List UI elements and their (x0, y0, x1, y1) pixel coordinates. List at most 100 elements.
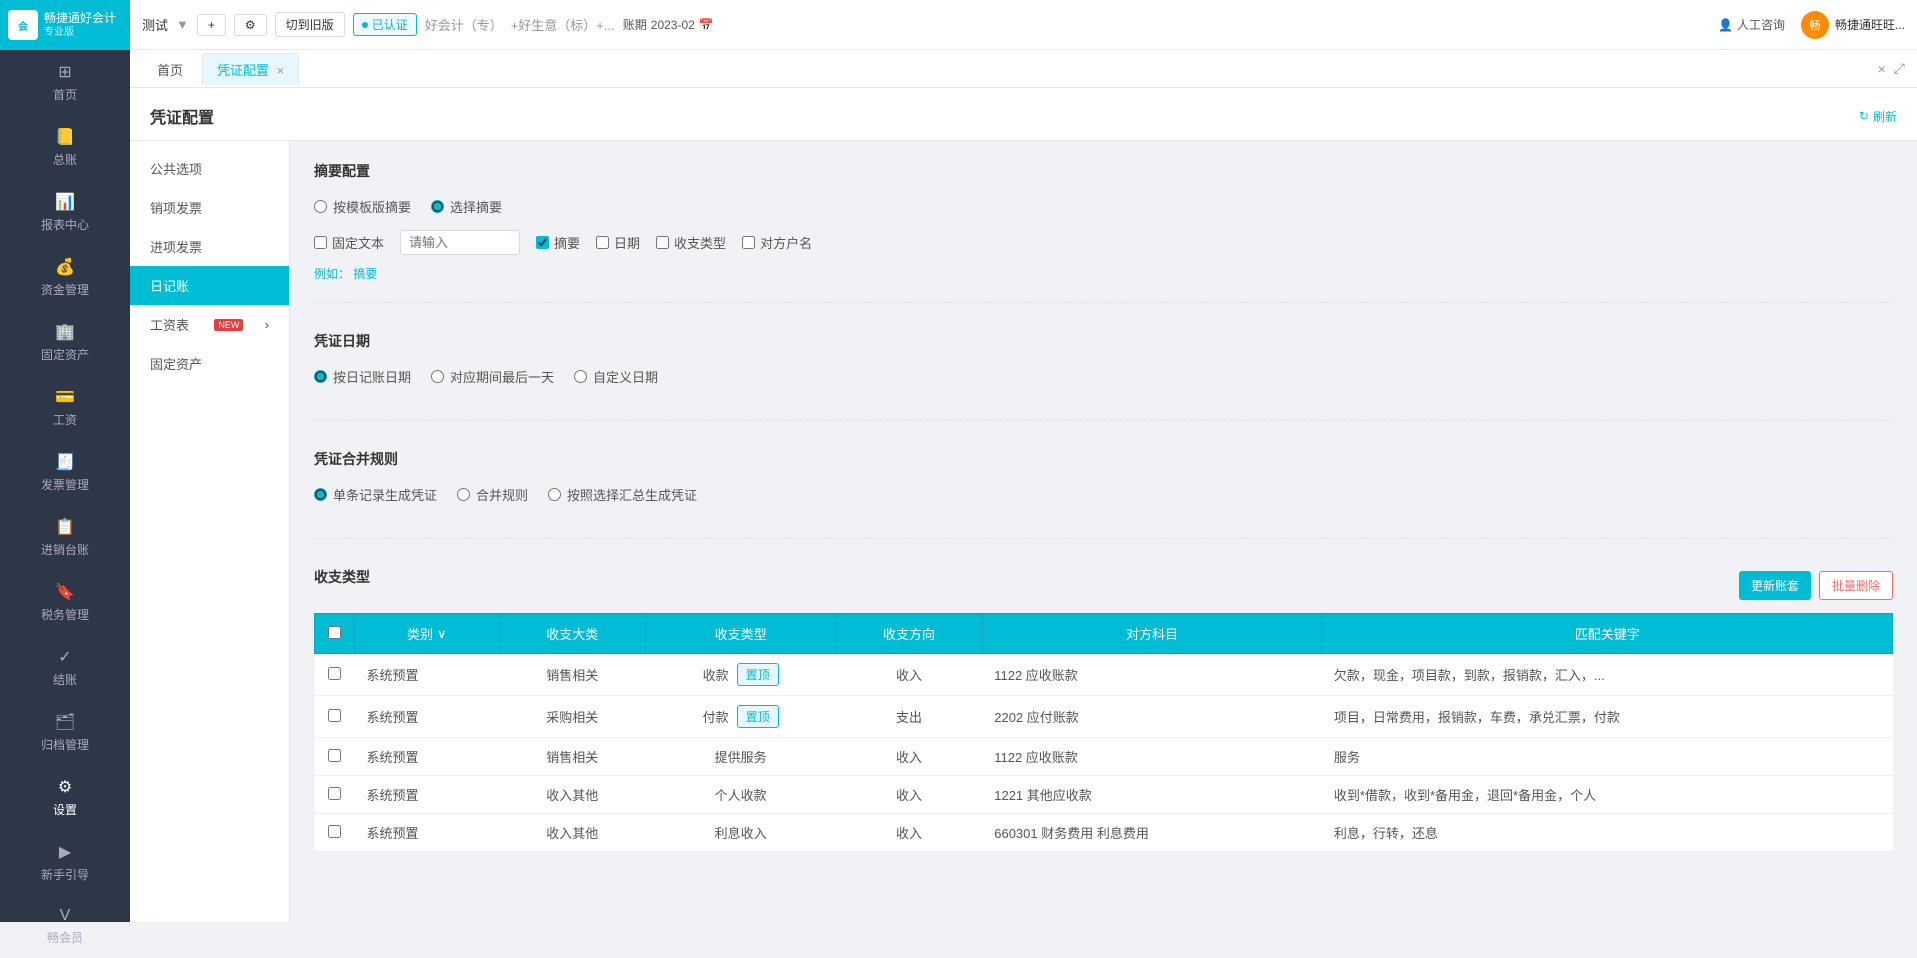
date-checkbox[interactable]: 日期 (596, 233, 640, 252)
income-type-checkbox[interactable]: 收支类型 (656, 233, 726, 252)
settings-icon: ⚙ (58, 777, 72, 797)
topbar: 测试 ▼ + ⚙ 切到旧版 已认证 好会计（专） +好生意（标）+... 账期 … (130, 0, 1917, 50)
switch-version-btn[interactable]: 切到旧版 (275, 12, 345, 37)
row-direction-4: 收入 (836, 814, 982, 852)
batch-delete-btn[interactable]: 批量删除 (1819, 571, 1893, 600)
row-keywords-4: 利息，行转，还息 (1322, 814, 1893, 852)
th-direction: 收支方向 (836, 614, 982, 654)
row-checkbox-1[interactable] (315, 696, 355, 738)
sidebar-item-purchase[interactable]: 📋进销台账 (0, 505, 130, 570)
left-nav-sales-invoice[interactable]: 销项发票 (130, 188, 289, 227)
sidebar-item-tax[interactable]: 🔖税务管理 (0, 570, 130, 635)
row-major-2: 销售相关 (499, 738, 645, 776)
th-checkbox[interactable] (315, 614, 355, 654)
row-category-2: 系统预置 (355, 738, 500, 776)
th-keywords: 匹配关键字 (1322, 614, 1893, 654)
sidebar-item-archive[interactable]: 🗂归档管理 (0, 700, 130, 765)
row-checkbox-2[interactable] (315, 738, 355, 776)
reset-btn-0[interactable]: 置顶 (737, 663, 779, 686)
merge-section-title: 凭证合并规则 (314, 449, 1893, 469)
row-checkbox-3[interactable] (315, 776, 355, 814)
row-direction-2: 收入 (836, 738, 982, 776)
fixed-text-checkbox[interactable]: 固定文本 (314, 233, 384, 252)
table-row: 系统预置 收入其他 个人收款 收入 1221 其他应收款 收到*借款，收到*备用… (315, 776, 1893, 814)
th-major: 收支大类 (499, 614, 645, 654)
page-header-right: ↻ 刷新 (1859, 108, 1897, 137)
customer-service-btn[interactable]: 👤 人工咨询 (1718, 16, 1785, 33)
topbar-right: 👤 人工咨询 畅 畅捷通旺旺... (1718, 11, 1905, 39)
custom-date-option[interactable]: 自定义日期 (574, 367, 658, 386)
reset-btn-1[interactable]: 置顶 (737, 705, 779, 728)
example-text: 例如： 摘要 (314, 265, 1893, 282)
main-wrapper: 测试 ▼ + ⚙ 切到旧版 已认证 好会计（专） +好生意（标）+... 账期 … (130, 0, 1917, 922)
sidebar-item-ledger[interactable]: 📒总账 (0, 115, 130, 180)
summary-section: 摘要配置 按模板版摘要 选择摘要 (314, 161, 1893, 303)
counterparty-checkbox[interactable]: 对方户名 (742, 233, 812, 252)
row-checkbox-0[interactable] (315, 654, 355, 696)
merge-radio-group: 单条记录生成凭证 合并规则 按照选择汇总生成凭证 (314, 485, 1893, 504)
row-checkbox-4[interactable] (315, 814, 355, 852)
sidebar-item-guide[interactable]: ▶新手引导 (0, 830, 130, 895)
table-row: 系统预置 销售相关 提供服务 收入 1122 应收账款 服务 (315, 738, 1893, 776)
restore-window-btn[interactable]: ⤢ (1894, 60, 1905, 77)
sidebar-item-invoice[interactable]: 🧾发票管理 (0, 440, 130, 505)
close-window-btn[interactable]: × (1878, 60, 1886, 77)
left-nav-purchase-invoice[interactable]: 进项发票 (130, 227, 289, 266)
left-nav-journal[interactable]: 日记账 (130, 266, 289, 305)
fixed-text-input[interactable] (400, 230, 520, 255)
table-header: 类别 ∨ 收支大类 收支类型 收支方向 对方科目 匹配关键字 (315, 614, 1893, 654)
page-title: 凭证配置 (150, 104, 214, 140)
refresh-btn[interactable]: ↻ 刷新 (1859, 108, 1897, 125)
summary-checkbox-row: 固定文本 摘要 日期 收支类型 (314, 230, 1893, 255)
main-content: 摘要配置 按模板版摘要 选择摘要 (290, 141, 1917, 922)
topbar-plus-btn[interactable]: + (197, 14, 226, 36)
update-account-btn[interactable]: 更新账套 (1739, 571, 1811, 600)
journal-date-option[interactable]: 按日记账日期 (314, 367, 411, 386)
sidebar-item-member[interactable]: V畅会员 (0, 895, 130, 958)
voucher-date-radio-group: 按日记账日期 对应期间最后一天 自定义日期 (314, 367, 1893, 386)
single-record-option[interactable]: 单条记录生成凭证 (314, 485, 437, 504)
income-expense-section: 收支类型 更新账套 批量删除 类别 (314, 567, 1893, 852)
payroll-icon: 💳 (55, 387, 75, 407)
row-type-0: 收款置顶 (646, 654, 836, 696)
table-header-row: 收支类型 更新账套 批量删除 (314, 567, 1893, 603)
row-category-3: 系统预置 (355, 776, 500, 814)
table-actions: 更新账套 批量删除 (1739, 571, 1893, 600)
layout-body: 公共选项销项发票进项发票日记账工资表NEW›固定资产 摘要配置 按模板版摘要 选… (130, 141, 1917, 922)
topbar-settings-btn[interactable]: ⚙ (234, 14, 267, 36)
sidebar-item-settle[interactable]: ✓结账 (0, 635, 130, 700)
summary-template-option[interactable]: 按模板版摘要 (314, 197, 411, 216)
purchase-icon: 📋 (55, 517, 75, 537)
th-type: 收支类型 (646, 614, 836, 654)
sidebar-item-home[interactable]: ⊞首页 (0, 50, 130, 115)
summary-select-option[interactable]: 选择摘要 (431, 197, 502, 216)
topbar-dropdown-icon[interactable]: ▼ (176, 17, 189, 32)
tab-close-btn[interactable]: × (277, 63, 285, 78)
th-category: 类别 ∨ (355, 614, 500, 654)
merge-rule-option[interactable]: 合并规则 (457, 485, 528, 504)
tab-home[interactable]: 首页 (142, 53, 198, 85)
sidebar-item-reports[interactable]: 📊报表中心 (0, 180, 130, 245)
tab-voucher-config[interactable]: 凭证配置 × (202, 53, 299, 85)
income-expense-table: 类别 ∨ 收支大类 收支类型 收支方向 对方科目 匹配关键字 (314, 613, 1893, 852)
row-major-1: 采购相关 (499, 696, 645, 738)
left-nav-public[interactable]: 公共选项 (130, 149, 289, 188)
fixed-assets-icon: 🏢 (55, 322, 75, 342)
sidebar-item-settings[interactable]: ⚙设置 (0, 765, 130, 830)
sidebar-item-payroll[interactable]: 💳工资 (0, 375, 130, 440)
sidebar-item-funds[interactable]: 💰资金管理 (0, 245, 130, 310)
summary-section-title: 摘要配置 (314, 161, 1893, 181)
voucher-date-title: 凭证日期 (314, 331, 1893, 351)
summary-checkbox[interactable]: 摘要 (536, 233, 580, 252)
content-area: 首页 凭证配置 × × ⤢ 凭证配置 ↻ 刷新 公共选项销项 (130, 50, 1917, 922)
left-nav-fixed-assets[interactable]: 固定资产 (130, 344, 289, 383)
period-last-option[interactable]: 对应期间最后一天 (431, 367, 554, 386)
user-menu[interactable]: 畅 畅捷通旺旺... (1801, 11, 1905, 39)
sidebar-item-fixed-assets[interactable]: 🏢固定资产 (0, 310, 130, 375)
row-keywords-0: 欠款，现金，项目款，到款，报销款，汇入，... (1322, 654, 1893, 696)
row-type-4: 利息收入 (646, 814, 836, 852)
ledger-icon: 📒 (55, 127, 75, 147)
by-selection-option[interactable]: 按照选择汇总生成凭证 (548, 485, 697, 504)
row-account-3: 1221 其他应收款 (982, 776, 1322, 814)
left-nav-payroll[interactable]: 工资表NEW› (130, 305, 289, 344)
